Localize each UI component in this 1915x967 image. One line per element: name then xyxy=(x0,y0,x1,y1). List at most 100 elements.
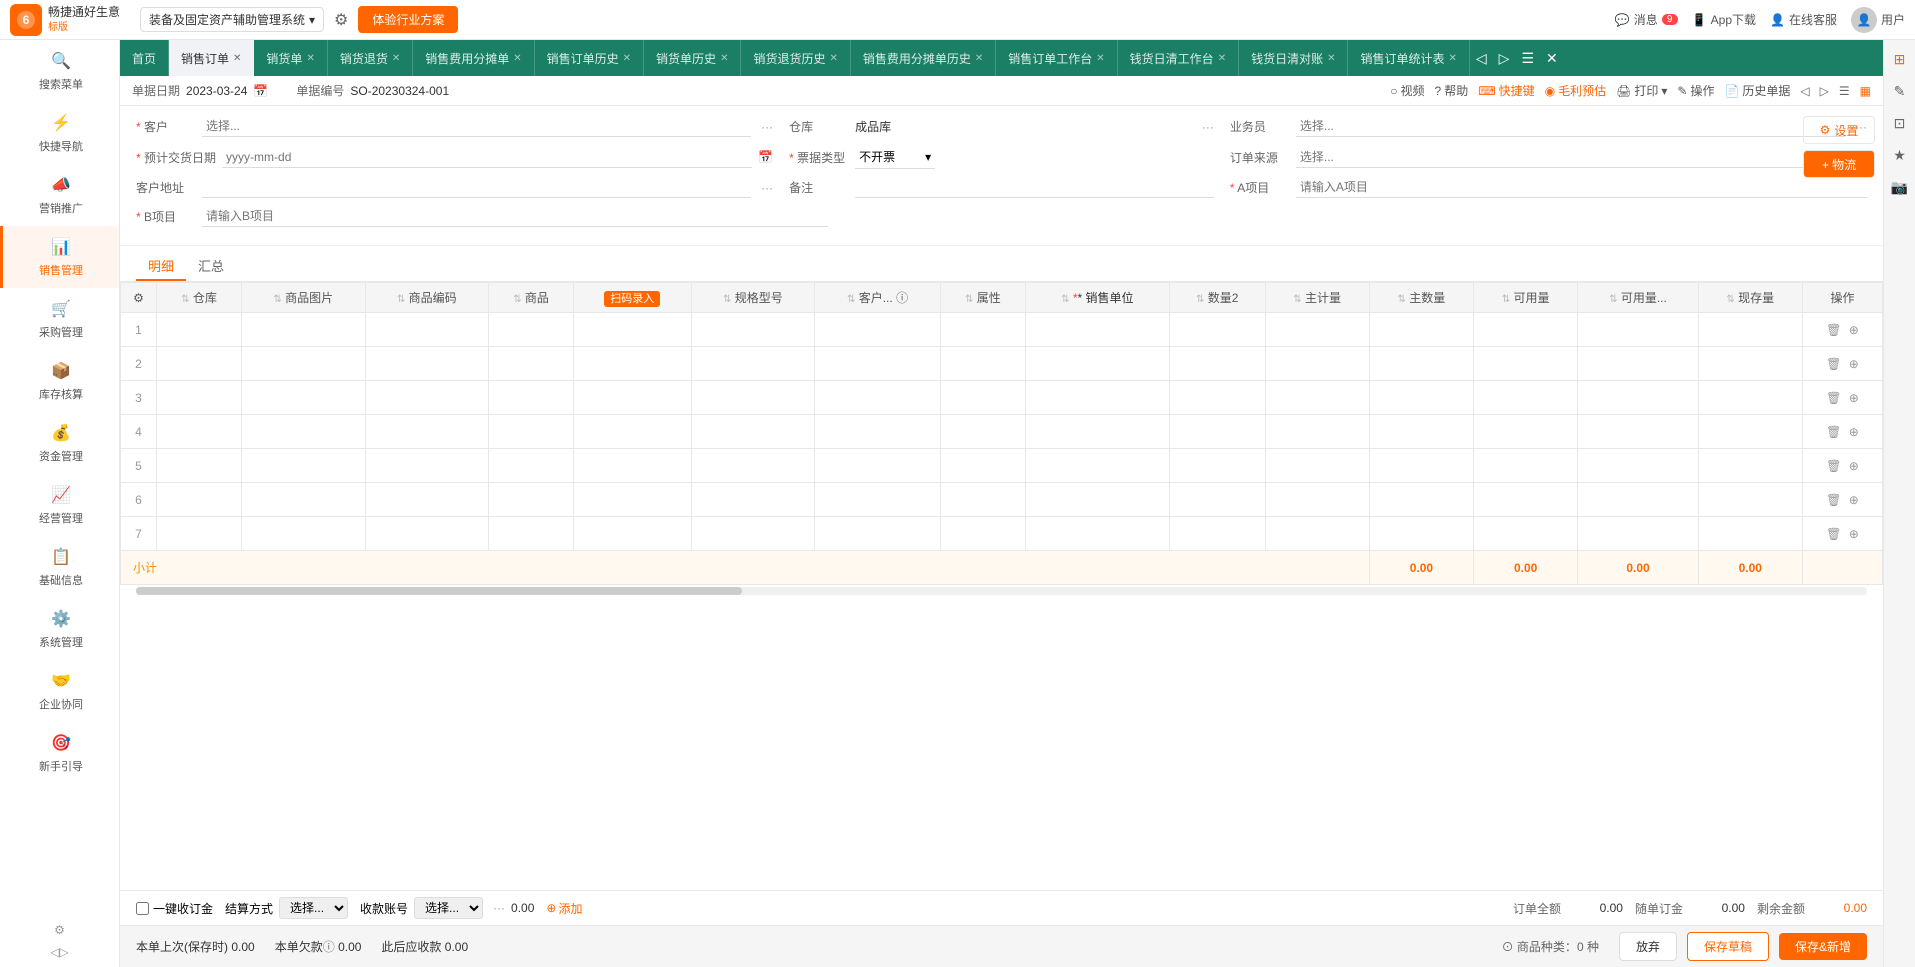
sidebar-item-inventory[interactable]: 📦 库存核算 xyxy=(0,350,119,412)
save-new-button[interactable]: 保存&新增 xyxy=(1779,933,1867,960)
sidebar-item-enterprise[interactable]: 🤝 企业协同 xyxy=(0,660,119,722)
row-copy-icon[interactable]: ⊕ xyxy=(1849,493,1859,507)
tab-close-slip-history[interactable]: ✕ xyxy=(720,53,728,64)
print-btn[interactable]: 🖨打印 ▾ xyxy=(1616,82,1667,99)
col-scan[interactable]: 扫码录入 xyxy=(574,283,692,313)
sidebar-item-capital[interactable]: 💰 资金管理 xyxy=(0,412,119,474)
profit-btn[interactable]: ◉毛利预估 xyxy=(1545,82,1607,99)
tab-close-cash-reconcile[interactable]: ✕ xyxy=(1327,53,1335,64)
col-unit[interactable]: ⇅ ** 销售单位 xyxy=(1025,283,1169,313)
help-btn[interactable]: ?帮助 xyxy=(1435,82,1469,99)
sidebar-item-marketing[interactable]: 📣 营销推广 xyxy=(0,164,119,226)
col-qty2[interactable]: ⇅ 数量2 xyxy=(1169,283,1265,313)
tab-close-all-btn[interactable]: ✕ xyxy=(1540,40,1564,76)
sidebar-collapse-icon[interactable]: ◁▷ xyxy=(50,945,68,959)
tab-summary[interactable]: 汇总 xyxy=(186,252,236,281)
system-selector[interactable]: 装备及固定资产辅助管理系统 ▾ xyxy=(140,7,324,32)
a-project-input[interactable] xyxy=(1296,177,1867,198)
form-add-logistics-button[interactable]: + 物流 xyxy=(1803,150,1875,178)
invoice-select[interactable]: 不开票 ▾ xyxy=(855,145,935,169)
toolbar-prev-btn[interactable]: ◁ xyxy=(1800,84,1809,98)
tab-return-history[interactable]: 销货退货历史 ✕ xyxy=(741,40,850,76)
col-customer-code[interactable]: ⇅ 客户... ⓘ xyxy=(815,283,941,313)
tab-workbench[interactable]: 销售订单工作台 ✕ xyxy=(996,40,1117,76)
tab-close-sales-order[interactable]: ✕ xyxy=(233,53,241,64)
row-copy-icon[interactable]: ⊕ xyxy=(1849,527,1859,541)
sidebar-item-search[interactable]: 🔍 搜索菜单 xyxy=(0,40,119,102)
toolbar-layout-btn[interactable]: ▦ xyxy=(1860,84,1871,98)
customer-input[interactable] xyxy=(202,116,751,137)
tab-sales-order[interactable]: 销售订单 ✕ xyxy=(169,40,254,76)
sidebar-item-quick-nav[interactable]: ⚡ 快捷导航 xyxy=(0,102,119,164)
salesperson-input[interactable] xyxy=(1296,116,1845,137)
account-dots-btn[interactable]: ··· xyxy=(493,901,505,915)
row-delete-icon[interactable]: 🗑 xyxy=(1826,493,1841,507)
right-panel-icon-5[interactable]: 📷 xyxy=(1887,174,1913,200)
form-settings-button[interactable]: ⚙ 设置 xyxy=(1803,116,1875,144)
right-panel-icon-3[interactable]: ⊡ xyxy=(1887,110,1913,136)
tab-close-workbench[interactable]: ✕ xyxy=(1096,53,1104,64)
row-delete-icon[interactable]: 🗑 xyxy=(1826,323,1841,337)
tab-next-btn[interactable]: ▷ xyxy=(1493,40,1516,76)
one-click-checkbox[interactable]: 一键收订金 xyxy=(136,900,213,917)
tab-fee-history[interactable]: 销售费用分摊单历史 ✕ xyxy=(851,40,996,76)
right-panel-icon-4[interactable]: ★ xyxy=(1887,142,1913,168)
add-payment-button[interactable]: ⊕ 添加 xyxy=(546,900,582,917)
message-item[interactable]: 💬 消息 9 xyxy=(1615,11,1678,28)
tab-more-btn[interactable]: ☰ xyxy=(1515,40,1540,76)
sidebar-settings-icon[interactable]: ⚙ xyxy=(54,923,65,937)
b-project-input[interactable] xyxy=(202,206,828,227)
save-draft-button[interactable]: 保存草稿 xyxy=(1687,932,1769,961)
row-delete-icon[interactable]: 🗑 xyxy=(1826,391,1841,405)
col-main-qty[interactable]: ⇅ 主数量 xyxy=(1369,283,1473,313)
row-copy-icon[interactable]: ⊕ xyxy=(1849,391,1859,405)
col-spec[interactable]: ⇅ 规格型号 xyxy=(691,283,815,313)
toolbar-next-btn[interactable]: ▷ xyxy=(1820,84,1829,98)
col-current[interactable]: ⇅ 现存量 xyxy=(1698,283,1802,313)
tab-close-sales-return[interactable]: ✕ xyxy=(392,53,400,64)
payment-method-select[interactable]: 选择... xyxy=(279,897,348,919)
remarks-input[interactable] xyxy=(855,177,1214,198)
tab-close-fee-history[interactable]: ✕ xyxy=(975,53,983,64)
col-settings[interactable]: ⚙ xyxy=(121,283,157,313)
horizontal-scrollbar[interactable] xyxy=(136,587,1867,595)
tab-prev-btn[interactable]: ◁ xyxy=(1470,40,1493,76)
view-btn[interactable]: ○视频 xyxy=(1390,82,1424,99)
tab-slip-history[interactable]: 销货单历史 ✕ xyxy=(644,40,741,76)
toolbar-grid-btn[interactable]: ☰ xyxy=(1839,84,1850,98)
tab-close-cash-workbench[interactable]: ✕ xyxy=(1218,53,1226,64)
address-dots-btn[interactable]: ··· xyxy=(761,181,773,195)
tab-cash-reconcile[interactable]: 钱货日清对账 ✕ xyxy=(1239,40,1348,76)
calendar-icon[interactable]: 📅 xyxy=(253,84,268,98)
row-delete-icon[interactable]: 🗑 xyxy=(1826,425,1841,439)
tab-close-order-history[interactable]: ✕ xyxy=(623,53,631,64)
sidebar-item-purchase[interactable]: 🛒 采购管理 xyxy=(0,288,119,350)
account-select[interactable]: 选择... xyxy=(414,897,483,919)
address-input[interactable] xyxy=(202,177,751,198)
tab-order-history[interactable]: 销售订单历史 ✕ xyxy=(535,40,644,76)
sidebar-item-guide[interactable]: 🎯 新手引导 xyxy=(0,722,119,784)
row-delete-icon[interactable]: 🗑 xyxy=(1826,459,1841,473)
col-attrs[interactable]: ⇅ 属性 xyxy=(940,283,1025,313)
sidebar-item-basic-info[interactable]: 📋 基础信息 xyxy=(0,536,119,598)
col-available2[interactable]: ⇅ 可用量... xyxy=(1578,283,1698,313)
order-source-input[interactable] xyxy=(1296,147,1845,168)
tab-statistics[interactable]: 销售订单统计表 ✕ xyxy=(1348,40,1469,76)
col-code[interactable]: ⇅ 商品编码 xyxy=(365,283,489,313)
row-copy-icon[interactable]: ⊕ xyxy=(1849,459,1859,473)
app-download-item[interactable]: 📱 App下载 xyxy=(1692,11,1756,28)
right-panel-icon-2[interactable]: ✎ xyxy=(1887,78,1913,104)
online-service-item[interactable]: 👤 在线客服 xyxy=(1770,11,1837,28)
col-main-unit[interactable]: ⇅ 主计量 xyxy=(1265,283,1369,313)
col-available[interactable]: ⇅ 可用量 xyxy=(1474,283,1578,313)
shortcut-btn[interactable]: ⌨快捷键 xyxy=(1478,82,1534,99)
tab-close-statistics[interactable]: ✕ xyxy=(1449,53,1457,64)
user-item[interactable]: 👤 用户 xyxy=(1851,7,1905,33)
solution-button[interactable]: 体验行业方案 xyxy=(358,6,458,33)
operation-btn[interactable]: ✎操作 xyxy=(1677,82,1714,99)
tab-close-return-history[interactable]: ✕ xyxy=(829,53,837,64)
tab-detail[interactable]: 明细 xyxy=(136,252,186,281)
warehouse-dots-btn[interactable]: ··· xyxy=(1202,120,1214,134)
tab-cash-workbench[interactable]: 钱货日清工作台 ✕ xyxy=(1118,40,1239,76)
sidebar-item-sales[interactable]: 📊 销售管理 xyxy=(0,226,119,288)
